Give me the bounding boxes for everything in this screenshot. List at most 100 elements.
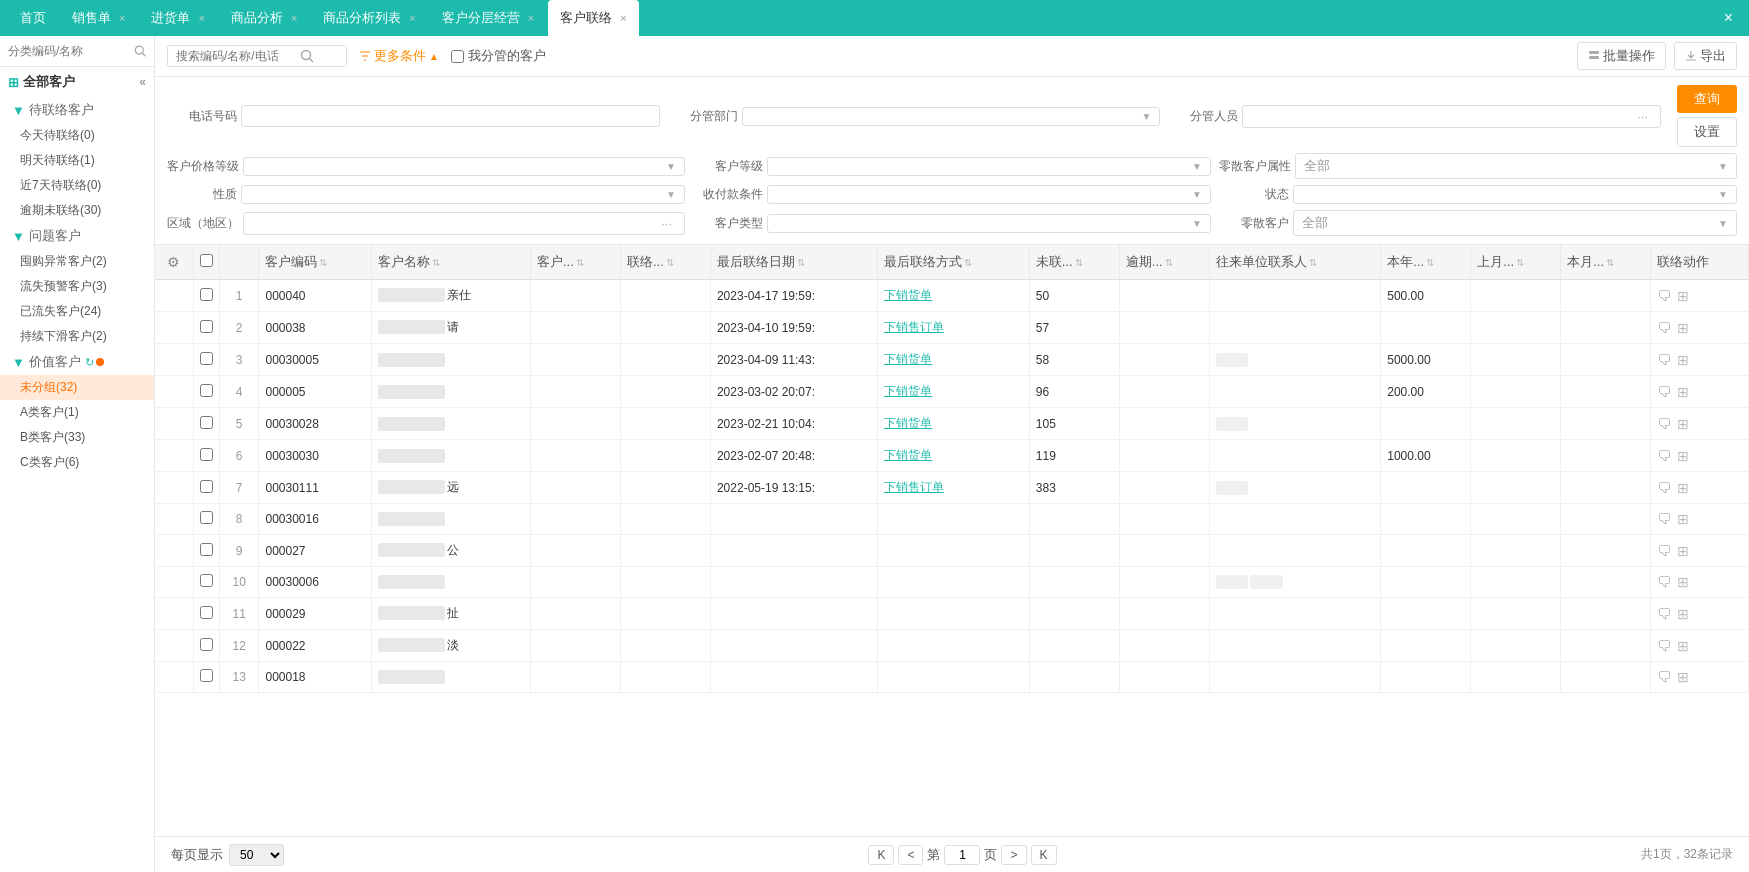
grid-action-icon[interactable]: ⊞ [1677, 416, 1689, 432]
page-number-input[interactable] [944, 845, 980, 865]
col-last-month[interactable]: 上月...⇅ [1471, 245, 1561, 280]
sidebar-search-input[interactable] [8, 44, 130, 58]
sidebar-item-overdue[interactable]: 逾期未联络(30) [0, 198, 154, 223]
chat-icon[interactable]: 🗨 [1657, 574, 1671, 590]
chat-icon[interactable]: 🗨 [1657, 511, 1671, 527]
chat-icon[interactable]: 🗨 [1657, 288, 1671, 304]
grid-action-icon[interactable]: ⊞ [1677, 574, 1689, 590]
price-level-select[interactable]: ▼ [243, 157, 685, 176]
close-customer-contact[interactable]: × [620, 12, 626, 24]
sidebar-item-class-a[interactable]: A类客户(1) [0, 400, 154, 425]
nav-tab-customer-tier[interactable]: 客户分层经营 × [430, 0, 546, 36]
grid-action-icon[interactable]: ⊞ [1677, 480, 1689, 496]
grid-action-icon[interactable]: ⊞ [1677, 288, 1689, 304]
chat-icon[interactable]: 🗨 [1657, 543, 1671, 559]
col-this-year[interactable]: 本年...⇅ [1381, 245, 1471, 280]
close-product-list[interactable]: × [409, 12, 415, 24]
cell-last-method[interactable] [877, 598, 1029, 630]
collapse-button[interactable]: « [139, 75, 146, 89]
row-checkbox[interactable] [200, 416, 213, 429]
refresh-icon[interactable]: ↻ [85, 356, 94, 369]
batch-op-button[interactable]: 批量操作 [1577, 42, 1666, 70]
chat-icon[interactable]: 🗨 [1657, 416, 1671, 432]
sidebar-search-box[interactable] [0, 36, 154, 67]
row-checkbox[interactable] [200, 320, 213, 333]
cell-last-method[interactable] [877, 630, 1029, 662]
col-contact[interactable]: 联络...⇅ [620, 245, 710, 280]
col-type[interactable]: 客户...⇅ [530, 245, 620, 280]
grid-action-icon[interactable]: ⊞ [1677, 543, 1689, 559]
grid-action-icon[interactable]: ⊞ [1677, 638, 1689, 654]
chat-icon[interactable]: 🗨 [1657, 448, 1671, 464]
sidebar-item-ungrouped[interactable]: 未分组(32) [0, 375, 154, 400]
row-checkbox[interactable] [200, 288, 213, 301]
row-checkbox[interactable] [200, 480, 213, 493]
col-name[interactable]: 客户名称⇅ [372, 245, 531, 280]
phone-input[interactable] [241, 105, 660, 127]
prev-page-button[interactable]: < [898, 845, 923, 865]
cell-last-method[interactable]: 下销货单 [877, 408, 1029, 440]
chat-icon[interactable]: 🗨 [1657, 480, 1671, 496]
close-product-analysis[interactable]: × [291, 12, 297, 24]
status-select[interactable]: ▼ [1293, 185, 1737, 204]
row-checkbox[interactable] [200, 543, 213, 556]
sidebar-item-week[interactable]: 近7天待联络(0) [0, 173, 154, 198]
sidebar-item-tomorrow[interactable]: 明天待联络(1) [0, 148, 154, 173]
sidebar-item-churned[interactable]: 已流失客户(24) [0, 299, 154, 324]
cell-check[interactable] [193, 662, 219, 693]
cell-check[interactable] [193, 280, 219, 312]
nature-select[interactable]: ▼ [241, 185, 685, 204]
col-code[interactable]: 客户编码⇅ [259, 245, 372, 280]
payment-select[interactable]: ▼ [767, 185, 1211, 204]
col-contacts[interactable]: 往来单位联系人⇅ [1209, 245, 1380, 280]
col-last-method[interactable]: 最后联络方式⇅ [877, 245, 1029, 280]
grid-action-icon[interactable]: ⊞ [1677, 320, 1689, 336]
sidebar-item-today[interactable]: 今天待联络(0) [0, 123, 154, 148]
first-page-button[interactable]: K [868, 845, 894, 865]
close-purchase[interactable]: × [198, 12, 204, 24]
chat-icon[interactable]: 🗨 [1657, 320, 1671, 336]
grid-action-icon[interactable]: ⊞ [1677, 511, 1689, 527]
col-settings[interactable]: ⚙ [155, 245, 193, 280]
page-size-select[interactable]: 50 20 100 [229, 844, 284, 866]
row-checkbox[interactable] [200, 638, 213, 651]
sidebar-item-class-c[interactable]: C类客户(6) [0, 450, 154, 475]
nav-tab-sales[interactable]: 销售单 × [60, 0, 137, 36]
col-this-month[interactable]: 本月...⇅ [1561, 245, 1651, 280]
customer-type-select[interactable]: ▼ [767, 214, 1211, 233]
sparse-customer-select[interactable]: 全部 ▼ [1293, 210, 1737, 236]
grid-action-icon[interactable]: ⊞ [1677, 669, 1689, 685]
row-checkbox[interactable] [200, 669, 213, 682]
nav-tab-purchase[interactable]: 进货单 × [139, 0, 216, 36]
next-page-button[interactable]: > [1001, 845, 1026, 865]
select-all-checkbox[interactable] [200, 254, 213, 267]
region-field[interactable]: ··· [243, 212, 685, 235]
cell-last-method[interactable]: 下销货单 [877, 376, 1029, 408]
cell-check[interactable] [193, 567, 219, 598]
chat-icon[interactable]: 🗨 [1657, 352, 1671, 368]
close-customer-tier[interactable]: × [528, 12, 534, 24]
cell-check[interactable] [193, 376, 219, 408]
close-sales[interactable]: × [119, 12, 125, 24]
cell-last-method[interactable] [877, 504, 1029, 535]
row-checkbox[interactable] [200, 606, 213, 619]
last-page-button[interactable]: K [1031, 845, 1057, 865]
cell-last-method[interactable] [877, 567, 1029, 598]
col-last-date[interactable]: 最后联络日期⇅ [710, 245, 877, 280]
sidebar-item-churn-warning[interactable]: 流失预警客户(3) [0, 274, 154, 299]
cell-check[interactable] [193, 312, 219, 344]
grid-action-icon[interactable]: ⊞ [1677, 352, 1689, 368]
row-checkbox[interactable] [200, 352, 213, 365]
row-checkbox[interactable] [200, 511, 213, 524]
all-customers-header[interactable]: ⊞ 全部客户 « [0, 67, 154, 97]
grid-action-icon[interactable]: ⊞ [1677, 384, 1689, 400]
sidebar-item-class-b[interactable]: B类客户(33) [0, 425, 154, 450]
cell-last-method[interactable]: 下销货单 [877, 280, 1029, 312]
query-button[interactable]: 查询 [1677, 85, 1737, 113]
col-no-contact[interactable]: 未联...⇅ [1029, 245, 1119, 280]
cell-check[interactable] [193, 630, 219, 662]
sidebar-group-problem[interactable]: ▼ 问题客户 [0, 223, 154, 249]
cell-last-method[interactable] [877, 535, 1029, 567]
person-field[interactable]: ··· [1242, 105, 1661, 128]
sidebar-group-value[interactable]: ▼ 价值客户 ↻ [0, 349, 154, 375]
